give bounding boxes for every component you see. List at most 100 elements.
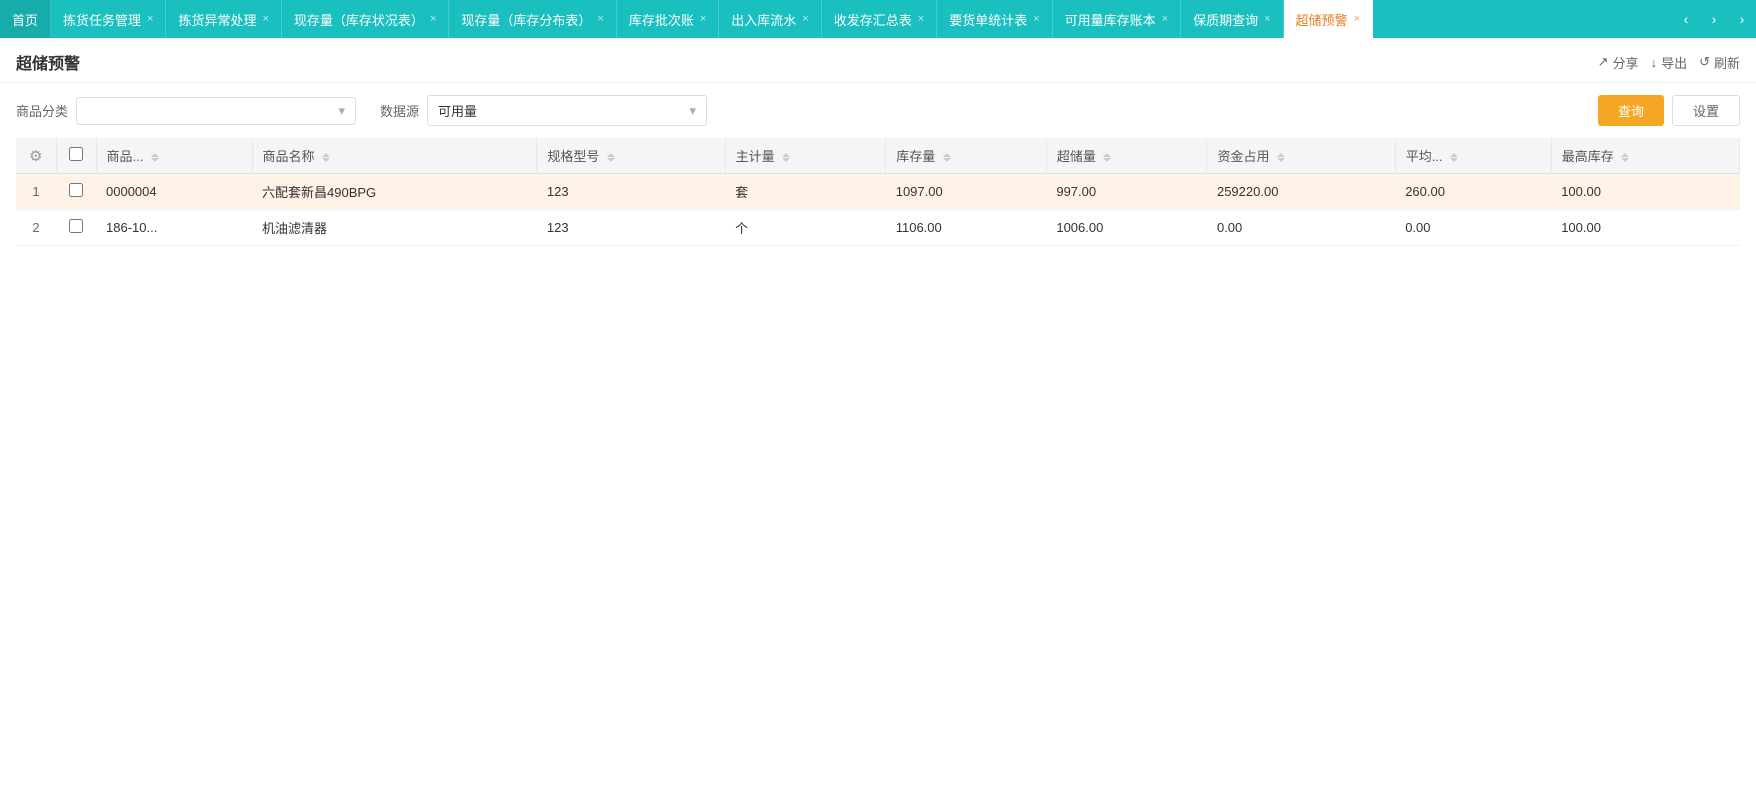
export-icon: ↓ [1651,55,1658,70]
nav-item-requisition[interactable]: 要货单统计表 × [937,0,1052,38]
table-row: 1 0000004 六配套新昌490BPG 123 套 1097.00 997.… [16,174,1740,210]
page-header: 超储预警 ↗ 分享 ↓ 导出 ↺ 刷新 [0,38,1756,83]
cell-avg: 260.00 [1395,174,1551,210]
nav-label-task: 拣货任务管理 [63,10,141,29]
cell-product-code: 186-10... [96,210,252,246]
nav-next-button[interactable]: › [1700,0,1728,38]
cell-avg: 0.00 [1395,210,1551,246]
filter-bar: 商品分类 ▾ 数据源 可用量 ▾ 查询 设置 [0,83,1756,138]
table-header-row: ⚙ 商品... 商品名称 [16,138,1740,174]
nav-label-inventory-dist: 现存量（库存分布表） [461,10,591,29]
close-icon[interactable]: × [918,13,924,25]
nav-arrows: ‹ › › [1672,0,1756,38]
filter-buttons: 查询 设置 [1598,95,1740,126]
nav-label-overstock: 超储预警 [1296,10,1348,29]
export-button[interactable]: ↓ 导出 [1651,53,1688,72]
gear-icon: ⚙ [29,148,42,165]
column-over-storage[interactable]: 超储量 [1046,138,1207,174]
column-max-inventory[interactable]: 最高库存 [1551,138,1739,174]
close-icon[interactable]: × [147,13,153,25]
data-table-container: ⚙ 商品... 商品名称 [0,138,1756,246]
column-checkbox [56,138,96,174]
data-table: ⚙ 商品... 商品名称 [16,138,1740,246]
nav-item-inventory-status[interactable]: 现存量（库存状况表） × [282,0,449,38]
nav-item-abnormal[interactable]: 拣货异常处理 × [166,0,281,38]
cell-inventory: 1097.00 [886,174,1047,210]
close-icon[interactable]: × [1354,13,1360,25]
refresh-icon: ↺ [1699,54,1710,70]
chevron-down-icon: ▾ [690,103,697,119]
column-capital[interactable]: 资金占用 [1207,138,1395,174]
cell-capital: 0.00 [1207,210,1395,246]
nav-item-overstock[interactable]: 超储预警 × [1284,0,1373,38]
cell-spec: 123 [537,174,725,210]
share-label: 分享 [1613,53,1639,72]
sort-icon [1103,153,1111,162]
nav-label-inout: 出入库流水 [731,10,796,29]
nav-item-summary[interactable]: 收发存汇总表 × [822,0,937,38]
data-source-label: 数据源 [380,101,419,120]
nav-item-home[interactable]: 首页 [0,0,51,38]
row-checkbox-cell[interactable] [56,174,96,210]
query-button[interactable]: 查询 [1598,95,1664,126]
sort-icon [1450,153,1458,162]
row-checkbox-cell[interactable] [56,210,96,246]
sort-icon [607,153,615,162]
close-icon[interactable]: × [700,13,706,25]
nav-label-available: 可用量库存账本 [1065,10,1156,29]
column-avg[interactable]: 平均... [1395,138,1551,174]
cell-max-inventory: 100.00 [1551,210,1739,246]
nav-label-expiry: 保质期查询 [1193,10,1258,29]
table-row: 2 186-10... 机油滤清器 123 个 1106.00 1006.00 … [16,210,1740,246]
column-unit[interactable]: 主计量 [725,138,886,174]
close-icon[interactable]: × [1033,13,1039,25]
refresh-label: 刷新 [1714,53,1740,72]
sort-icon [782,153,790,162]
share-button[interactable]: ↗ 分享 [1598,53,1639,72]
nav-item-task[interactable]: 拣货任务管理 × [51,0,166,38]
export-label: 导出 [1661,53,1687,72]
row-checkbox[interactable] [69,219,83,233]
column-settings[interactable]: ⚙ [16,138,56,174]
column-product-name[interactable]: 商品名称 [252,138,537,174]
nav-item-batch[interactable]: 库存批次账 × [617,0,719,38]
column-spec[interactable]: 规格型号 [537,138,725,174]
settings-button[interactable]: 设置 [1672,95,1740,126]
cell-over-storage: 1006.00 [1046,210,1207,246]
cell-product-name: 六配套新昌490BPG [252,174,537,210]
refresh-button[interactable]: ↺ 刷新 [1699,53,1740,72]
column-inventory[interactable]: 库存量 [886,138,1047,174]
select-all-checkbox[interactable] [69,147,83,161]
cell-over-storage: 997.00 [1046,174,1207,210]
cell-unit: 个 [725,210,886,246]
row-number: 1 [16,174,56,210]
close-icon[interactable]: × [1162,13,1168,25]
nav-item-available[interactable]: 可用量库存账本 × [1053,0,1181,38]
close-icon[interactable]: × [262,13,268,25]
top-navigation: 首页 拣货任务管理 × 拣货异常处理 × 现存量（库存状况表） × 现存量（库存… [0,0,1756,38]
page-title: 超储预警 [16,50,80,74]
nav-prev-button[interactable]: ‹ [1672,0,1700,38]
row-number: 2 [16,210,56,246]
product-category-filter: 商品分类 ▾ [16,97,356,125]
cell-unit: 套 [725,174,886,210]
sort-icon [322,153,330,162]
product-category-select[interactable]: ▾ [76,97,356,125]
nav-label-abnormal: 拣货异常处理 [178,10,256,29]
nav-label-home: 首页 [12,10,38,29]
nav-more-button[interactable]: › [1728,0,1756,38]
cell-capital: 259220.00 [1207,174,1395,210]
sort-icon [151,153,159,162]
close-icon[interactable]: × [802,13,808,25]
close-icon[interactable]: × [430,13,436,25]
nav-label-batch: 库存批次账 [629,10,694,29]
close-icon[interactable]: × [1264,13,1270,25]
column-product-code[interactable]: 商品... [96,138,252,174]
nav-item-expiry[interactable]: 保质期查询 × [1181,0,1283,38]
row-checkbox[interactable] [69,183,83,197]
nav-item-inventory-dist[interactable]: 现存量（库存分布表） × [449,0,616,38]
data-source-select[interactable]: 可用量 ▾ [427,95,707,126]
nav-item-inout[interactable]: 出入库流水 × [719,0,821,38]
close-icon[interactable]: × [597,13,603,25]
cell-inventory: 1106.00 [886,210,1047,246]
